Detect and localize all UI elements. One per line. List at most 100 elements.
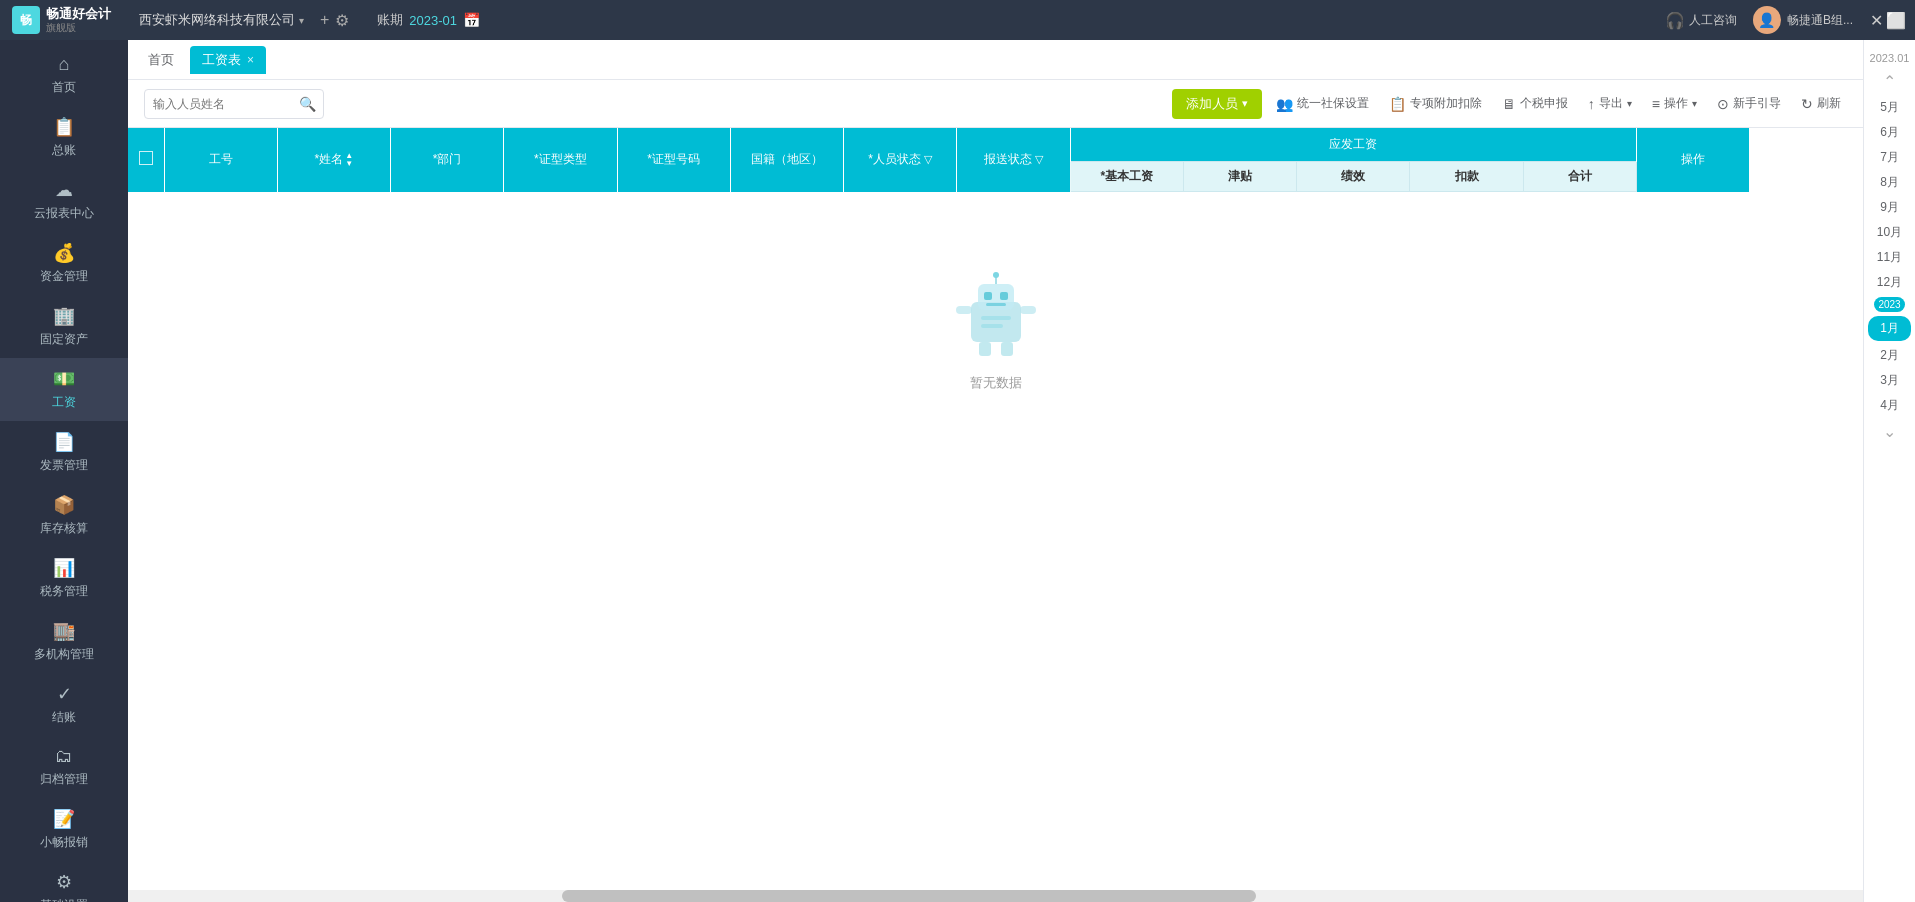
svg-rect-7 <box>979 342 991 356</box>
calendar-icon[interactable]: 📅 <box>463 12 480 28</box>
salary-table: 工号 *姓名 ▲▼ *部门 *证型类型 *证型号码 国籍（地区） *人员状 <box>128 128 1863 472</box>
month-12[interactable]: 12月 <box>1864 270 1915 295</box>
service-button[interactable]: 🎧 人工咨询 <box>1665 11 1737 30</box>
tax-report-button[interactable]: 🖥 个税申报 <box>1496 91 1574 116</box>
maximize-window-icon[interactable]: ⬜ <box>1889 13 1903 27</box>
month-1[interactable]: 1月 <box>1868 316 1911 341</box>
add-person-label: 添加人员 <box>1186 95 1238 113</box>
panel-nav-up[interactable]: ⌃ <box>1864 68 1915 95</box>
th-deduction: 扣款 <box>1410 162 1523 192</box>
svg-rect-8 <box>1001 342 1013 356</box>
multi-icon: 🏬 <box>53 620 75 642</box>
sidebar-label-assets: 固定资产 <box>40 331 88 348</box>
operations-button[interactable]: ≡ 操作 ▾ <box>1646 91 1703 116</box>
svg-rect-12 <box>981 324 1003 328</box>
sidebar-item-cloud[interactable]: ☁ 云报表中心 <box>0 169 128 232</box>
month-4[interactable]: 4月 <box>1864 393 1915 418</box>
th-action: 操作 <box>1636 128 1749 192</box>
tab-salary-label: 工资表 <box>202 51 241 69</box>
app-subtitle: 旗舰版 <box>46 22 111 34</box>
headset-icon: 🎧 <box>1665 11 1685 30</box>
month-6[interactable]: 6月 <box>1864 120 1915 145</box>
search-input[interactable] <box>153 97 293 111</box>
sidebar-item-inventory[interactable]: 📦 库存核算 <box>0 484 128 547</box>
period-info: 账期 2023-01 📅 <box>377 11 480 29</box>
toolbar: 🔍 添加人员 ▾ 👥 统一社保设置 📋 专项附加扣除 🖥 个税申报 <box>128 80 1863 128</box>
scrollbar-thumb[interactable] <box>562 890 1256 902</box>
month-10[interactable]: 10月 <box>1864 220 1915 245</box>
sidebar-label-ledger: 总账 <box>52 142 76 159</box>
add-icon[interactable]: + <box>320 11 329 29</box>
th-id-no: *证型号码 <box>617 128 730 192</box>
month-2[interactable]: 2月 <box>1864 343 1915 368</box>
tab-salary[interactable]: 工资表 × <box>190 46 266 74</box>
settings-nav-icon: ⚙ <box>56 871 72 893</box>
horizontal-scrollbar[interactable] <box>128 890 1863 902</box>
tab-close-icon[interactable]: × <box>247 53 254 67</box>
export-button[interactable]: ↑ 导出 ▾ <box>1582 91 1638 116</box>
th-subsidy: 津贴 <box>1183 162 1296 192</box>
settings-icon[interactable]: ⚙ <box>335 11 349 30</box>
refresh-button[interactable]: ↻ 刷新 <box>1795 91 1847 116</box>
salary-icon: 💵 <box>53 368 75 390</box>
month-5[interactable]: 5月 <box>1864 95 1915 120</box>
sidebar-label-report: 小畅报销 <box>40 834 88 851</box>
sidebar-label-funds: 资金管理 <box>40 268 88 285</box>
close-window-icon[interactable]: ✕ <box>1869 13 1883 27</box>
sidebar-label-multi: 多机构管理 <box>34 646 94 663</box>
funds-icon: 💰 <box>53 242 75 264</box>
user-menu[interactable]: 👤 畅捷通B组... <box>1753 6 1853 34</box>
sidebar-item-report[interactable]: 📝 小畅报销 <box>0 798 128 861</box>
search-icon[interactable]: 🔍 <box>299 96 316 112</box>
sidebar-item-settings[interactable]: ⚙ 基础设置 <box>0 861 128 902</box>
empty-illustration <box>946 272 1046 362</box>
special-deduction-label: 专项附加扣除 <box>1410 95 1482 112</box>
status-filter-icon[interactable]: ▽ <box>924 153 932 165</box>
th-base-salary: *基本工资 <box>1070 162 1183 192</box>
panel-nav-down[interactable]: ⌄ <box>1864 418 1915 445</box>
select-all-checkbox[interactable] <box>139 151 153 165</box>
empty-text: 暂无数据 <box>970 374 1022 392</box>
guide-label: 新手引导 <box>1733 95 1781 112</box>
special-deduction-button[interactable]: 📋 专项附加扣除 <box>1383 91 1488 116</box>
th-name[interactable]: *姓名 ▲▼ <box>277 128 390 192</box>
th-checkbox[interactable] <box>128 128 164 192</box>
sidebar-label-inventory: 库存核算 <box>40 520 88 537</box>
social-security-icon: 👥 <box>1276 96 1293 112</box>
month-7[interactable]: 7月 <box>1864 145 1915 170</box>
th-report-status: 报送状态 ▽ <box>957 128 1070 192</box>
sidebar-item-multi[interactable]: 🏬 多机构管理 <box>0 610 128 673</box>
sidebar-item-closing[interactable]: ✓ 结账 <box>0 673 128 736</box>
sidebar-label-closing: 结账 <box>52 709 76 726</box>
sidebar-label-archive: 归档管理 <box>40 771 88 788</box>
sidebar-item-home[interactable]: ⌂ 首页 <box>0 44 128 106</box>
export-icon: ↑ <box>1588 96 1595 112</box>
company-selector[interactable]: 西安虾米网络科技有限公司 ▾ <box>139 11 304 29</box>
name-sort-icon[interactable]: ▲▼ <box>345 152 353 168</box>
guide-button[interactable]: ⊙ 新手引导 <box>1711 91 1787 116</box>
svg-point-6 <box>993 272 999 278</box>
report-filter-icon[interactable]: ▽ <box>1035 153 1043 165</box>
sidebar-item-salary[interactable]: 💵 工资 <box>0 358 128 421</box>
top-bar: 畅 畅通好会计 旗舰版 西安虾米网络科技有限公司 ▾ + ⚙ 账期 2023-0… <box>0 0 1915 40</box>
month-3[interactable]: 3月 <box>1864 368 1915 393</box>
svg-rect-2 <box>984 292 992 300</box>
period-value: 2023-01 <box>409 13 457 28</box>
sidebar-item-ledger[interactable]: 📋 总账 <box>0 106 128 169</box>
th-no: 工号 <box>164 128 277 192</box>
month-9[interactable]: 9月 <box>1864 195 1915 220</box>
sidebar-label-cloud: 云报表中心 <box>34 205 94 222</box>
month-11[interactable]: 11月 <box>1864 245 1915 270</box>
operations-chevron-icon: ▾ <box>1692 98 1697 109</box>
tab-home[interactable]: 首页 <box>140 47 182 73</box>
add-person-button[interactable]: 添加人员 ▾ <box>1172 89 1262 119</box>
sidebar-item-archive[interactable]: 🗂 归档管理 <box>0 736 128 798</box>
sidebar-item-tax[interactable]: 📊 税务管理 <box>0 547 128 610</box>
social-security-button[interactable]: 👥 统一社保设置 <box>1270 91 1375 116</box>
sidebar-item-invoice[interactable]: 📄 发票管理 <box>0 421 128 484</box>
month-8[interactable]: 8月 <box>1864 170 1915 195</box>
tax-report-label: 个税申报 <box>1520 95 1568 112</box>
sidebar-item-funds[interactable]: 💰 资金管理 <box>0 232 128 295</box>
sidebar-item-assets[interactable]: 🏢 固定资产 <box>0 295 128 358</box>
user-label: 畅捷通B组... <box>1787 12 1853 29</box>
